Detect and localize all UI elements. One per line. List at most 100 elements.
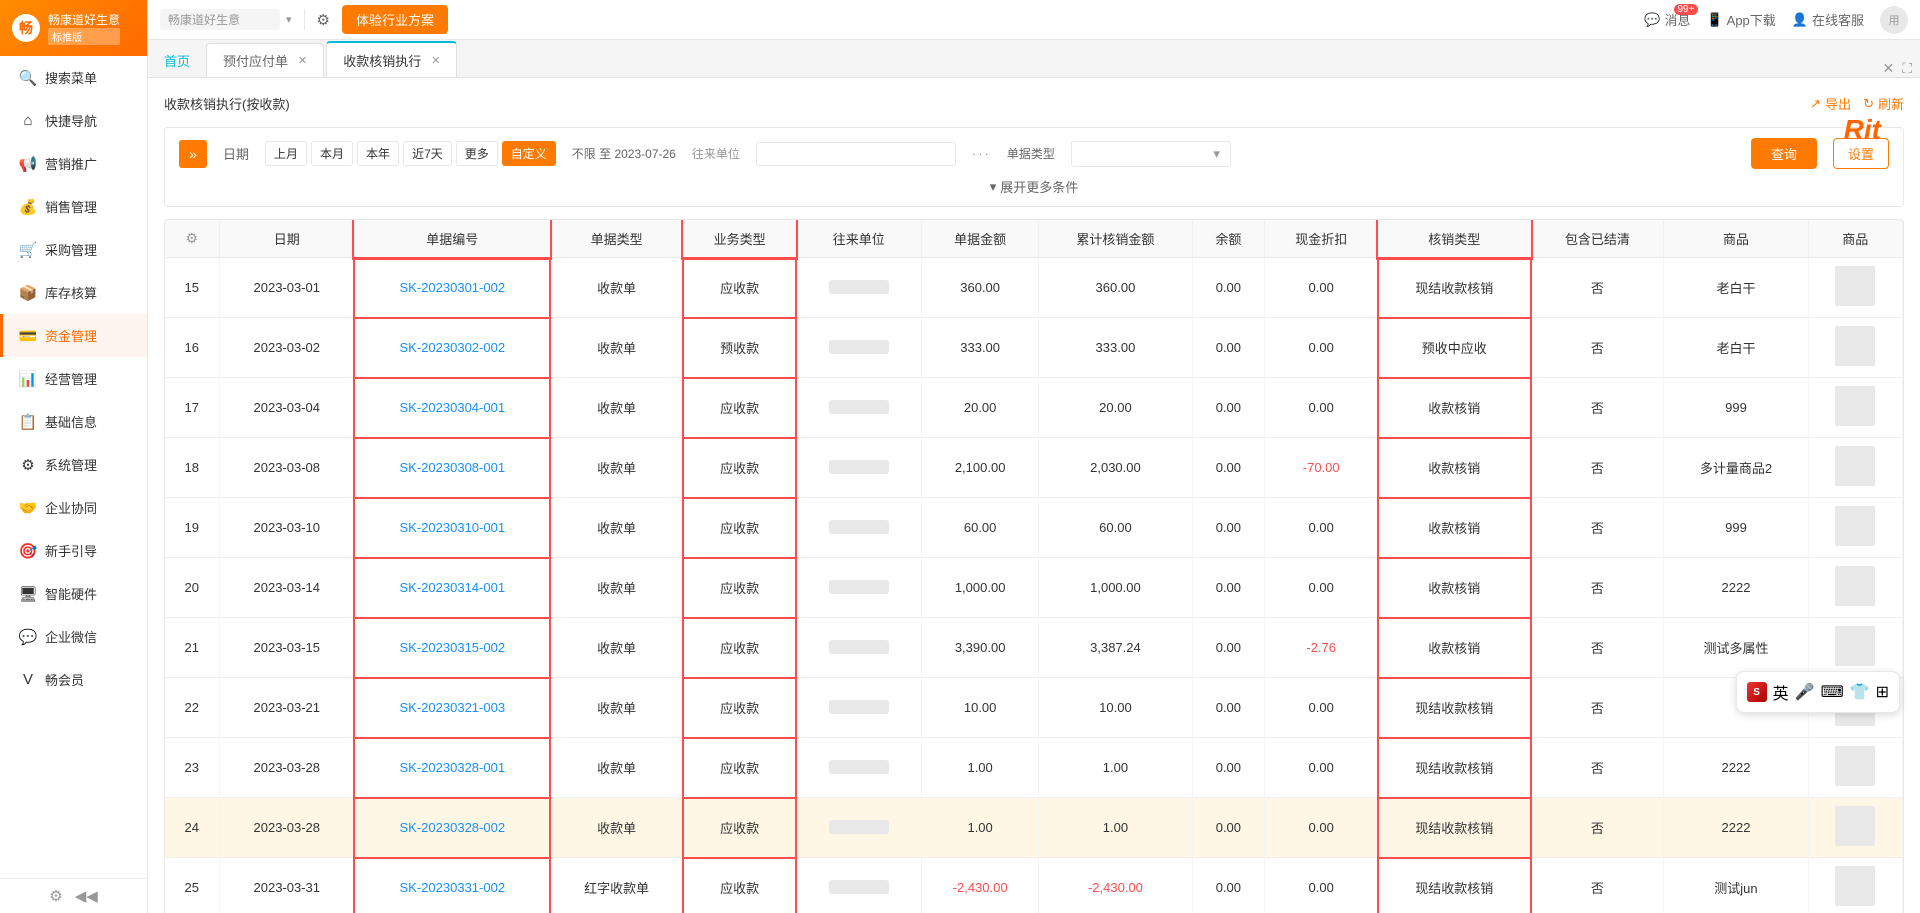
online-service-button[interactable]: 👤 在线客服: [1792, 10, 1864, 29]
sno-link[interactable]: SK-20230302-002: [400, 340, 506, 355]
float-keyboard-icon[interactable]: ⌨: [1821, 682, 1844, 702]
sno-link[interactable]: SK-20230308-001: [400, 460, 506, 475]
sno-link[interactable]: SK-20230304-001: [400, 400, 506, 415]
service-icon: 👤: [1792, 12, 1808, 28]
sno-link[interactable]: SK-20230301-002: [400, 280, 506, 295]
sno-link[interactable]: SK-20230321-003: [400, 700, 506, 715]
table-row[interactable]: 22 2023-03-21 SK-20230321-003 收款单 应收款 10…: [165, 678, 1903, 738]
target-icon: 🎯: [19, 542, 37, 560]
sidebar-item-quick[interactable]: ⌂ 快捷导航: [0, 99, 147, 142]
float-shirt-icon[interactable]: 👕: [1850, 682, 1870, 702]
cell-goods2: [1808, 798, 1902, 858]
expand-more-button[interactable]: ▾ 展开更多条件: [990, 177, 1079, 196]
float-mic-icon[interactable]: 🎤: [1795, 682, 1815, 702]
message-badge: 99+: [1674, 4, 1699, 15]
refresh-button[interactable]: ↻ 刷新: [1863, 94, 1904, 113]
tab-expand-button[interactable]: ⛶: [1902, 60, 1912, 77]
col-header-goods2: 商品: [1808, 220, 1902, 258]
expand-more-label: 展开更多条件: [1000, 177, 1078, 196]
tab-close-receipt[interactable]: ✕: [431, 54, 440, 67]
cell-btype: 应收款: [683, 738, 796, 798]
table-row[interactable]: 15 2023-03-01 SK-20230301-002 收款单 应收款 36…: [165, 258, 1903, 318]
logo-badge: 标推版: [48, 28, 120, 45]
table-row[interactable]: 24 2023-03-28 SK-20230328-002 收款单 应收款 1.…: [165, 798, 1903, 858]
sno-link[interactable]: SK-20230310-001: [400, 520, 506, 535]
sidebar-item-basic[interactable]: 📋 基础信息: [0, 400, 147, 443]
col-header-goods: 商品: [1664, 220, 1808, 258]
date-btn-more[interactable]: 更多: [456, 141, 498, 166]
sidebar-item-inventory[interactable]: 📦 库存核算: [0, 271, 147, 314]
sidebar-item-operations[interactable]: 📊 经营管理: [0, 357, 147, 400]
sidebar-item-purchase[interactable]: 🛒 采购管理: [0, 228, 147, 271]
cell-partner: [796, 678, 921, 738]
col-header-settings[interactable]: ⚙: [165, 220, 219, 258]
messages-button[interactable]: 💬 消息 99+: [1644, 10, 1690, 29]
cell-balance: 0.00: [1192, 438, 1265, 498]
cell-goods: 多计量商品2: [1664, 438, 1808, 498]
table-row[interactable]: 19 2023-03-10 SK-20230310-001 收款单 应收款 60…: [165, 498, 1903, 558]
sidebar-item-marketing[interactable]: 📢 营销推广: [0, 142, 147, 185]
settings-gear-icon: ⚙: [186, 230, 199, 246]
table-row[interactable]: 16 2023-03-02 SK-20230302-002 收款单 预收款 33…: [165, 318, 1903, 378]
float-text-icon[interactable]: 英: [1773, 680, 1789, 704]
tab-receipt[interactable]: 收款核销执行 ✕: [326, 41, 457, 77]
tabs-right-actions: ✕ ⛶: [1882, 60, 1920, 77]
app-download-button[interactable]: 📱 App下载: [1706, 10, 1775, 29]
hardware-icon: 🖥: [19, 585, 37, 603]
date-btn-custom[interactable]: 自定义: [502, 141, 556, 166]
cell-partner: [796, 858, 921, 913]
sidebar-item-member[interactable]: V 畅会员: [0, 658, 147, 701]
date-btn-this-month[interactable]: 本月: [311, 141, 353, 166]
cell-btype: 应收款: [683, 858, 796, 913]
cell-vtype: 收款单: [550, 558, 683, 618]
sidebar-item-search[interactable]: 🔍 搜索菜单: [0, 56, 147, 99]
cell-btype: 应收款: [683, 618, 796, 678]
tab-close-pending[interactable]: ✕: [298, 54, 307, 67]
sno-link[interactable]: SK-20230328-001: [400, 760, 506, 775]
filter-expand-button[interactable]: »: [179, 140, 207, 168]
sidebar-item-hardware[interactable]: 🖥 智能硬件: [0, 572, 147, 615]
cell-no: 25: [165, 858, 219, 913]
user-avatar[interactable]: 用: [1880, 6, 1908, 34]
date-btn-last-month[interactable]: 上月: [265, 141, 307, 166]
sidebar-item-wechat[interactable]: 💬 企业微信: [0, 615, 147, 658]
sidebar-item-sales[interactable]: 💰 销售管理: [0, 185, 147, 228]
table-row[interactable]: 25 2023-03-31 SK-20230331-002 红字收款单 应收款 …: [165, 858, 1903, 913]
cell-no: 22: [165, 678, 219, 738]
tab-home[interactable]: 首页: [148, 43, 206, 77]
float-grid-icon[interactable]: ⊞: [1876, 682, 1889, 702]
export-button[interactable]: ↗ 导出: [1810, 94, 1851, 113]
sidebar-item-system[interactable]: ⚙ 系统管理: [0, 443, 147, 486]
table-row[interactable]: 20 2023-03-14 SK-20230314-001 收款单 应收款 1,…: [165, 558, 1903, 618]
table-row[interactable]: 21 2023-03-15 SK-20230315-002 收款单 应收款 3,…: [165, 618, 1903, 678]
cell-partner: [796, 378, 921, 438]
partner-input[interactable]: [756, 142, 956, 166]
sno-link[interactable]: SK-20230328-002: [400, 820, 506, 835]
table-row[interactable]: 17 2023-03-04 SK-20230304-001 收款单 应收款 20…: [165, 378, 1903, 438]
collapse-icon[interactable]: ◀◀: [75, 887, 98, 905]
topbar-gear-icon[interactable]: ⚙: [317, 11, 330, 29]
cell-goods2: [1808, 618, 1902, 678]
sno-link[interactable]: SK-20230314-001: [400, 580, 506, 595]
sidebar-item-corp[interactable]: 🤝 企业协同: [0, 486, 147, 529]
sno-link[interactable]: SK-20230331-002: [400, 880, 506, 895]
date-btn-7days[interactable]: 近7天: [403, 141, 452, 166]
chevron-down-icon[interactable]: ▾: [286, 13, 292, 26]
date-btn-this-year[interactable]: 本年: [357, 141, 399, 166]
table-row[interactable]: 18 2023-03-08 SK-20230308-001 收款单 应收款 2,…: [165, 438, 1903, 498]
tab-close-all-button[interactable]: ✕: [1882, 60, 1894, 77]
sno-link[interactable]: SK-20230315-002: [400, 640, 506, 655]
query-button[interactable]: 查询: [1751, 138, 1817, 169]
voucher-type-select[interactable]: ▾: [1071, 141, 1231, 167]
sidebar-item-guide[interactable]: 🎯 新手引导: [0, 529, 147, 572]
table-row[interactable]: 23 2023-03-28 SK-20230328-001 收款单 应收款 1.…: [165, 738, 1903, 798]
partner-blurred: [829, 340, 889, 354]
sidebar-item-finance[interactable]: 💳 资金管理: [0, 314, 147, 357]
settings-bottom-icon[interactable]: ⚙: [49, 887, 62, 905]
cell-cumulative: 360.00: [1039, 258, 1192, 318]
cell-partner: [796, 498, 921, 558]
solution-button[interactable]: 体验行业方案: [342, 5, 448, 34]
tab-pending-label: 预付应付单: [223, 51, 288, 70]
cell-no: 18: [165, 438, 219, 498]
tab-pending[interactable]: 预付应付单 ✕: [206, 43, 324, 77]
